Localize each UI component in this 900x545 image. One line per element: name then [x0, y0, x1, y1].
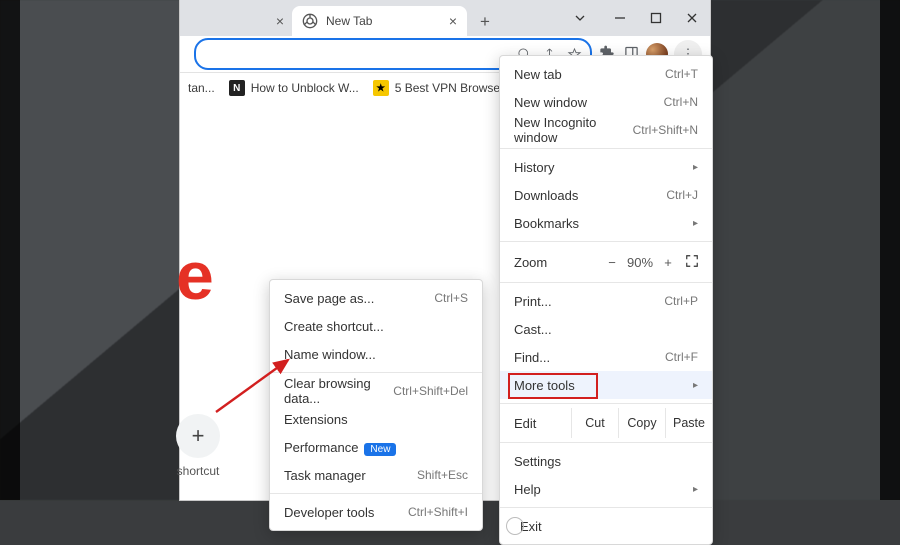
close-tab-icon[interactable]: × — [449, 13, 457, 29]
menu-new-window[interactable]: New windowCtrl+N — [500, 88, 712, 116]
zoom-in-button[interactable]: + — [654, 255, 682, 270]
menu-incognito[interactable]: New Incognito windowCtrl+Shift+N — [500, 116, 712, 144]
edit-label: Edit — [500, 416, 571, 431]
submenu-extensions[interactable]: Extensions — [270, 405, 482, 433]
new-badge: New — [364, 443, 396, 456]
menu-copy[interactable]: Copy — [618, 408, 665, 438]
minimize-button[interactable] — [602, 0, 638, 36]
add-shortcut-icon: + — [176, 414, 220, 458]
bookmark-item[interactable]: tan... — [188, 81, 215, 95]
close-window-button[interactable] — [674, 0, 710, 36]
submenu-performance[interactable]: PerformanceNew — [270, 433, 482, 461]
favicon: ★ — [373, 80, 389, 96]
shortcut-label: shortcut — [177, 464, 220, 478]
menu-settings[interactable]: Settings — [500, 447, 712, 475]
menu-cut[interactable]: Cut — [571, 408, 618, 438]
chrome-main-menu: New tabCtrl+T New windowCtrl+N New Incog… — [499, 55, 713, 545]
chrome-browser-window: × New Tab × + ⋮ tan... NHow to Unblock W… — [180, 0, 710, 500]
submenu-task-manager[interactable]: Task managerShift+Esc — [270, 461, 482, 489]
menu-bookmarks[interactable]: Bookmarks▸ — [500, 209, 712, 237]
fullscreen-button[interactable] — [682, 254, 702, 271]
background-tab[interactable]: × — [186, 6, 292, 36]
menu-history[interactable]: History▸ — [500, 153, 712, 181]
shortcut-tile[interactable]: + shortcut — [168, 414, 228, 478]
menu-zoom-row: Zoom − 90% + — [500, 246, 712, 278]
zoom-value: 90% — [626, 255, 654, 270]
submenu-name-window[interactable]: Name window... — [270, 340, 482, 368]
tab-title: New Tab — [326, 14, 372, 28]
menu-cast[interactable]: Cast... — [500, 315, 712, 343]
menu-paste[interactable]: Paste — [665, 408, 712, 438]
zoom-label: Zoom — [510, 255, 598, 270]
submenu-developer-tools[interactable]: Developer toolsCtrl+Shift+I — [270, 498, 482, 526]
menu-downloads[interactable]: DownloadsCtrl+J — [500, 181, 712, 209]
menu-new-tab[interactable]: New tabCtrl+T — [500, 60, 712, 88]
menu-edit-row: Edit Cut Copy Paste — [500, 408, 712, 438]
google-logo-fragment: e — [176, 237, 214, 315]
close-tab-icon[interactable]: × — [276, 13, 284, 29]
new-tab-button[interactable]: + — [471, 8, 499, 36]
menu-more-tools[interactable]: More tools▸ — [500, 371, 712, 399]
tab-strip: × New Tab × + — [180, 0, 710, 36]
submenu-save-page[interactable]: Save page as...Ctrl+S — [270, 284, 482, 312]
tab-search-button[interactable] — [562, 0, 598, 36]
submenu-create-shortcut[interactable]: Create shortcut... — [270, 312, 482, 340]
menu-find[interactable]: Find...Ctrl+F — [500, 343, 712, 371]
bookmark-item[interactable]: NHow to Unblock W... — [229, 80, 359, 96]
more-tools-submenu: Save page as...Ctrl+S Create shortcut...… — [269, 279, 483, 531]
menu-print[interactable]: Print...Ctrl+P — [500, 287, 712, 315]
favicon: N — [229, 80, 245, 96]
menu-help[interactable]: Help▸ — [500, 475, 712, 503]
active-tab[interactable]: New Tab × — [292, 6, 467, 36]
bookmark-item[interactable]: ★5 Best VPN Browser... — [373, 80, 514, 96]
maximize-button[interactable] — [638, 0, 674, 36]
zoom-out-button[interactable]: − — [598, 255, 626, 270]
submenu-clear-browsing-data[interactable]: Clear browsing data...Ctrl+Shift+Del — [270, 377, 482, 405]
chrome-icon — [302, 13, 318, 29]
menu-exit[interactable]: Exit — [500, 512, 712, 540]
window-controls — [562, 0, 710, 36]
cursor-ring-icon — [506, 517, 524, 535]
